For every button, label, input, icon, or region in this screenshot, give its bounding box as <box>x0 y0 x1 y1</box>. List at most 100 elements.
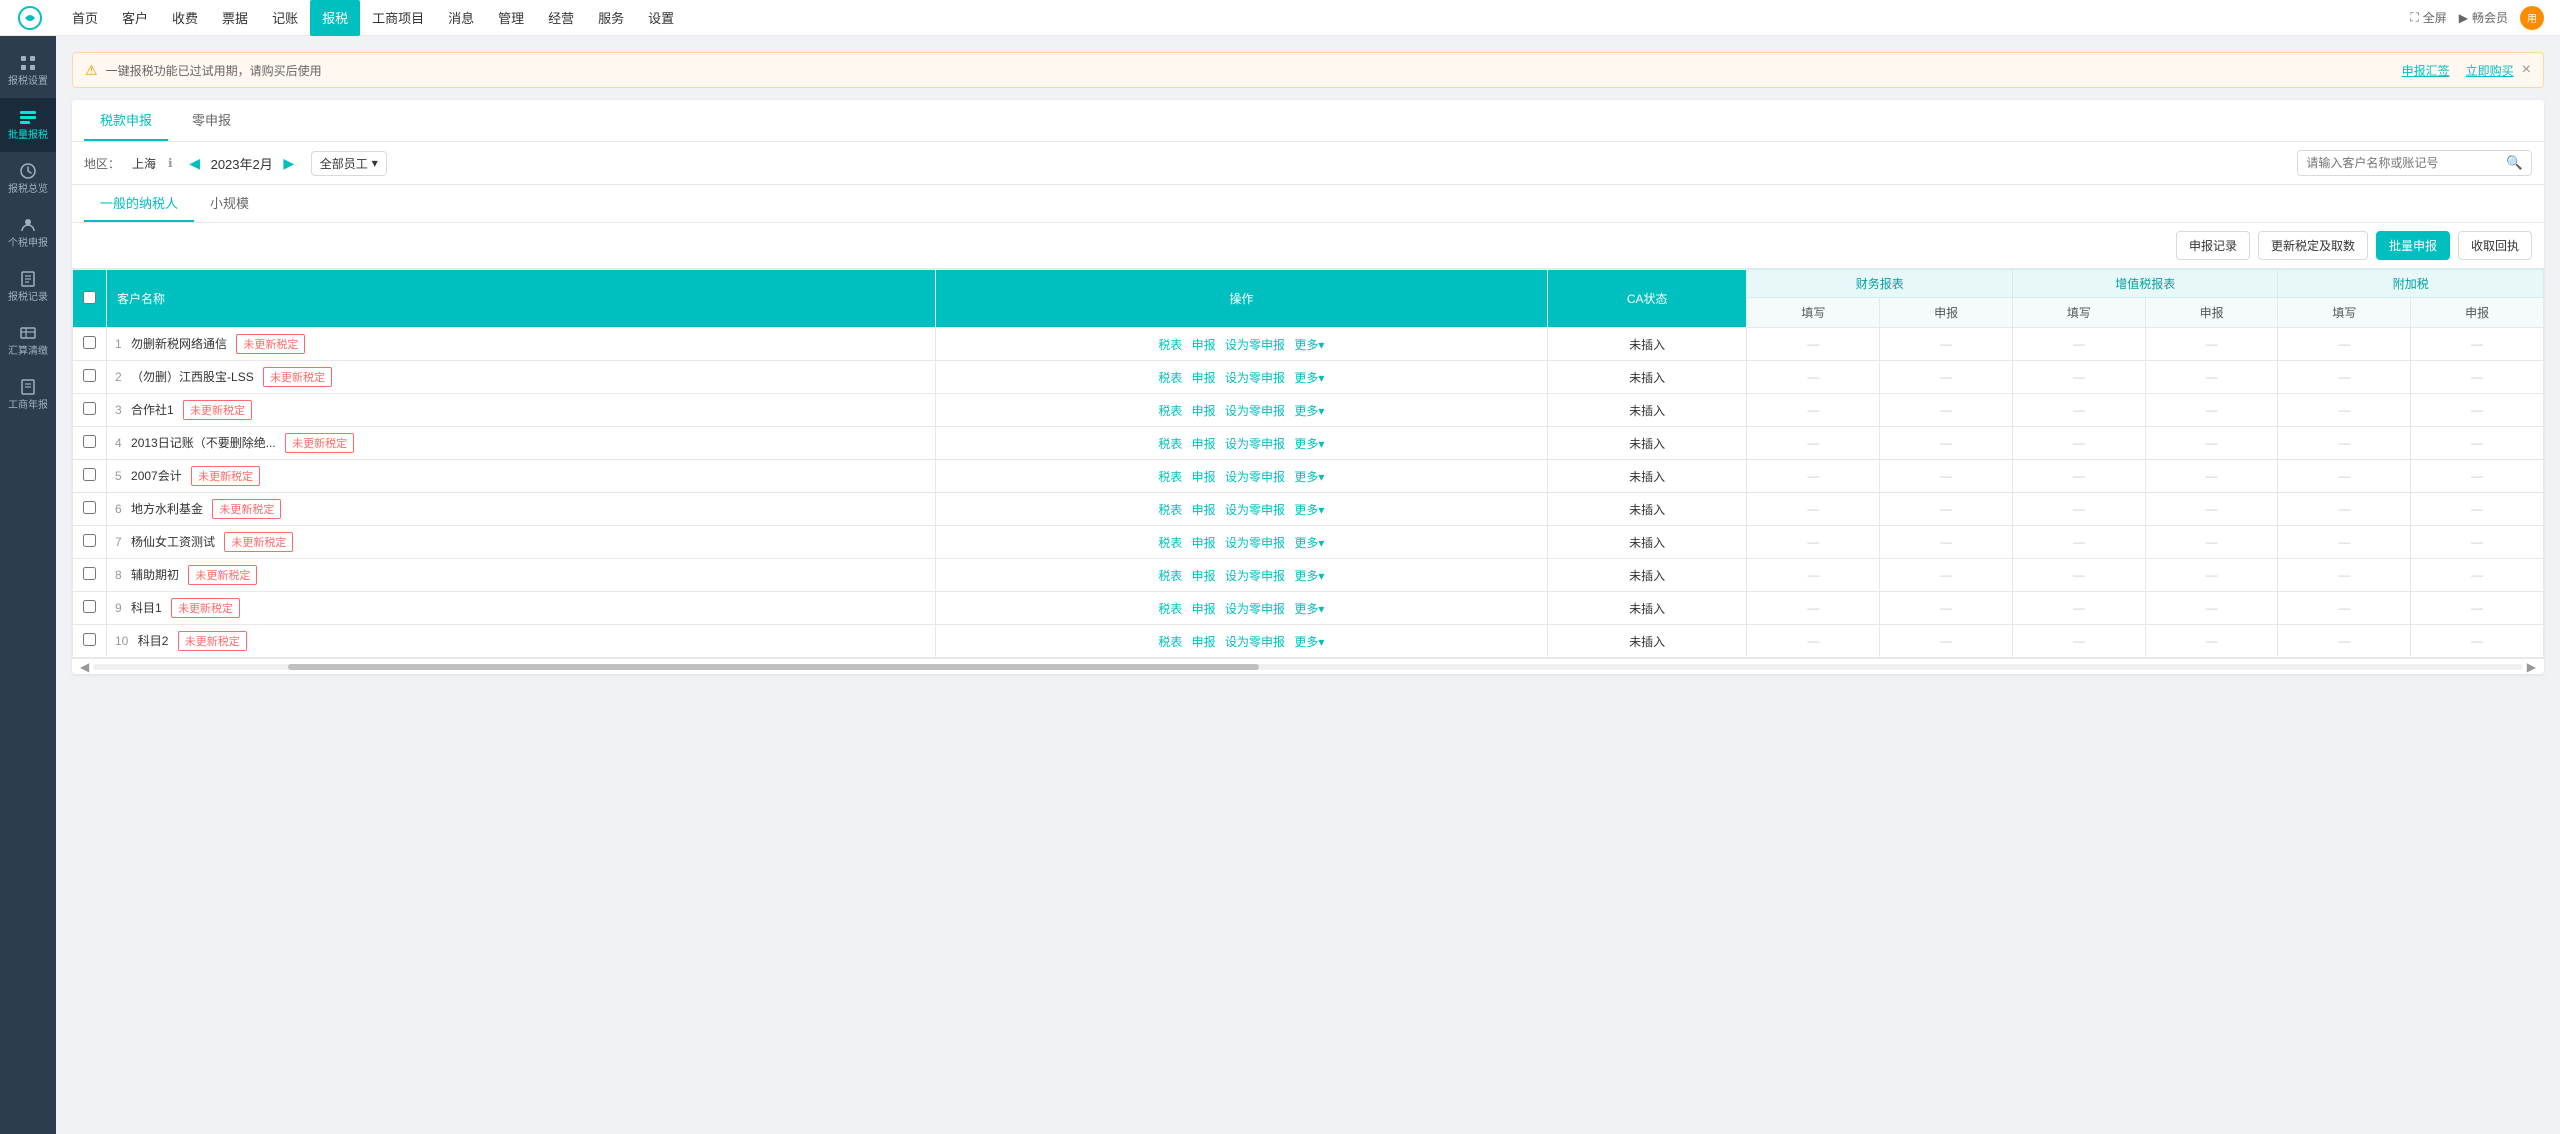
vip-btn[interactable]: ▶ 畅会员 <box>2459 9 2508 26</box>
op-link-more[interactable]: 更多▾ <box>1294 602 1324 616</box>
op-link-zero-declare[interactable]: 设为零申报 <box>1225 635 1285 649</box>
notice-close-btn[interactable]: × <box>2522 61 2531 79</box>
op-link-declare[interactable]: 申报 <box>1192 635 1216 649</box>
op-link-zero-declare[interactable]: 设为零申报 <box>1225 503 1285 517</box>
op-link-tax-form[interactable]: 税表 <box>1158 536 1182 550</box>
staff-select[interactable]: 全部员工 ▾ <box>311 151 387 176</box>
sidebar-item-batch-tax[interactable]: 批量报税 <box>0 98 56 152</box>
type-tab-small[interactable]: 小规模 <box>194 185 265 222</box>
op-link-declare[interactable]: 申报 <box>1192 602 1216 616</box>
row-checkbox-6[interactable] <box>83 534 96 547</box>
op-link-zero-declare[interactable]: 设为零申报 <box>1225 371 1285 385</box>
sidebar-item-overview[interactable]: 报税总览 <box>0 152 56 206</box>
tab-zero-declaration[interactable]: 零申报 <box>176 100 247 141</box>
select-all-checkbox[interactable] <box>83 291 96 304</box>
op-link-zero-declare[interactable]: 设为零申报 <box>1225 437 1285 451</box>
collect-receipt-btn[interactable]: 收取回执 <box>2458 231 2532 260</box>
table-row: 4 2013日记账（不要删除绝... 未更新税定 税表 申报 设为零申报 更多▾… <box>73 427 2544 460</box>
row-checkbox-5[interactable] <box>83 501 96 514</box>
op-link-more[interactable]: 更多▾ <box>1294 371 1324 385</box>
nav-operations[interactable]: 经营 <box>536 0 586 36</box>
op-link-zero-declare[interactable]: 设为零申报 <box>1225 569 1285 583</box>
op-link-zero-declare[interactable]: 设为零申报 <box>1225 404 1285 418</box>
date-next-btn[interactable]: ▶ <box>279 153 299 173</box>
notice-link-2[interactable]: 立即购买 <box>2466 62 2514 79</box>
op-link-more[interactable]: 更多▾ <box>1294 569 1324 583</box>
sidebar-item-settlement[interactable]: 汇算清缴 <box>0 314 56 368</box>
op-link-zero-declare[interactable]: 设为零申报 <box>1225 602 1285 616</box>
scroll-bar-track[interactable] <box>93 664 2523 670</box>
row-operations: 税表 申报 设为零申报 更多▾ <box>935 559 1547 592</box>
sidebar-item-personal-tax[interactable]: 个税申报 <box>0 206 56 260</box>
op-link-tax-form[interactable]: 税表 <box>1158 404 1182 418</box>
nav-services[interactable]: 服务 <box>586 0 636 36</box>
row-checkbox-0[interactable] <box>83 336 96 349</box>
row-customer-name: 科目2 <box>138 634 169 648</box>
sidebar-item-annual-report[interactable]: 工商年报 <box>0 368 56 422</box>
op-link-zero-declare[interactable]: 设为零申报 <box>1225 338 1285 352</box>
nav-management[interactable]: 管理 <box>486 0 536 36</box>
nav-tax[interactable]: 报税 <box>310 0 360 36</box>
type-tab-general[interactable]: 一般的纳税人 <box>84 185 194 222</box>
row-checkbox-3[interactable] <box>83 435 96 448</box>
op-link-tax-form[interactable]: 税表 <box>1158 371 1182 385</box>
sidebar-item-tax-records[interactable]: 报税记录 <box>0 260 56 314</box>
date-prev-btn[interactable]: ◀ <box>185 153 205 173</box>
op-link-declare[interactable]: 申报 <box>1192 569 1216 583</box>
nav-messages[interactable]: 消息 <box>436 0 486 36</box>
row-checkbox-1[interactable] <box>83 369 96 382</box>
op-link-tax-form[interactable]: 税表 <box>1158 569 1182 583</box>
op-link-declare[interactable]: 申报 <box>1192 503 1216 517</box>
scroll-left-arrow[interactable]: ◀ <box>80 660 89 674</box>
nav-invoice[interactable]: 票据 <box>210 0 260 36</box>
row-checkbox-4[interactable] <box>83 468 96 481</box>
op-link-more[interactable]: 更多▾ <box>1294 470 1324 484</box>
horizontal-scrollbar[interactable]: ◀ ▶ <box>72 658 2544 674</box>
fullscreen-btn[interactable]: ⛶ 全屏 <box>2410 9 2446 26</box>
scroll-right-arrow[interactable]: ▶ <box>2527 660 2536 674</box>
nav-business[interactable]: 工商项目 <box>360 0 436 36</box>
search-input[interactable] <box>2298 152 2498 174</box>
op-link-more[interactable]: 更多▾ <box>1294 404 1324 418</box>
nav-billing[interactable]: 收费 <box>160 0 210 36</box>
notice-link-1[interactable]: 申报汇签 <box>2402 62 2450 79</box>
op-link-more[interactable]: 更多▾ <box>1294 437 1324 451</box>
nav-settings[interactable]: 设置 <box>636 0 686 36</box>
op-link-more[interactable]: 更多▾ <box>1294 338 1324 352</box>
nav-home[interactable]: 首页 <box>60 0 110 36</box>
op-link-declare[interactable]: 申报 <box>1192 536 1216 550</box>
op-link-zero-declare[interactable]: 设为零申报 <box>1225 536 1285 550</box>
nav-ledger[interactable]: 记账 <box>260 0 310 36</box>
row-status-badge: 未更新税定 <box>224 532 293 552</box>
op-link-tax-form[interactable]: 税表 <box>1158 437 1182 451</box>
search-button[interactable]: 🔍 <box>2498 151 2531 175</box>
op-link-declare[interactable]: 申报 <box>1192 404 1216 418</box>
op-link-more[interactable]: 更多▾ <box>1294 503 1324 517</box>
op-link-tax-form[interactable]: 税表 <box>1158 470 1182 484</box>
op-link-declare[interactable]: 申报 <box>1192 470 1216 484</box>
sidebar-item-tax-settings[interactable]: 报税设置 <box>0 44 56 98</box>
row-checkbox-8[interactable] <box>83 600 96 613</box>
table-row: 5 2007会计 未更新税定 税表 申报 设为零申报 更多▾ 未插入 — — —… <box>73 460 2544 493</box>
op-link-declare[interactable]: 申报 <box>1192 437 1216 451</box>
op-link-declare[interactable]: 申报 <box>1192 338 1216 352</box>
op-link-more[interactable]: 更多▾ <box>1294 635 1324 649</box>
row-checkbox-7[interactable] <box>83 567 96 580</box>
op-link-tax-form[interactable]: 税表 <box>1158 338 1182 352</box>
op-link-tax-form[interactable]: 税表 <box>1158 602 1182 616</box>
op-link-tax-form[interactable]: 税表 <box>1158 635 1182 649</box>
op-link-tax-form[interactable]: 税表 <box>1158 503 1182 517</box>
op-link-declare[interactable]: 申报 <box>1192 371 1216 385</box>
row-checkbox-9[interactable] <box>83 633 96 646</box>
nav-customer[interactable]: 客户 <box>110 0 160 36</box>
op-link-zero-declare[interactable]: 设为零申报 <box>1225 470 1285 484</box>
op-link-more[interactable]: 更多▾ <box>1294 536 1324 550</box>
update-tax-btn[interactable]: 更新税定及取数 <box>2258 231 2368 260</box>
row-checkbox-2[interactable] <box>83 402 96 415</box>
user-avatar[interactable]: 用 <box>2520 6 2544 30</box>
row-tax-fill: — <box>2012 394 2145 427</box>
region-info-icon[interactable]: ℹ <box>168 156 173 170</box>
declaration-records-btn[interactable]: 申报记录 <box>2176 231 2250 260</box>
batch-declare-btn[interactable]: 批量申报 <box>2376 231 2450 260</box>
tab-tax-declaration[interactable]: 税款申报 <box>84 100 168 141</box>
